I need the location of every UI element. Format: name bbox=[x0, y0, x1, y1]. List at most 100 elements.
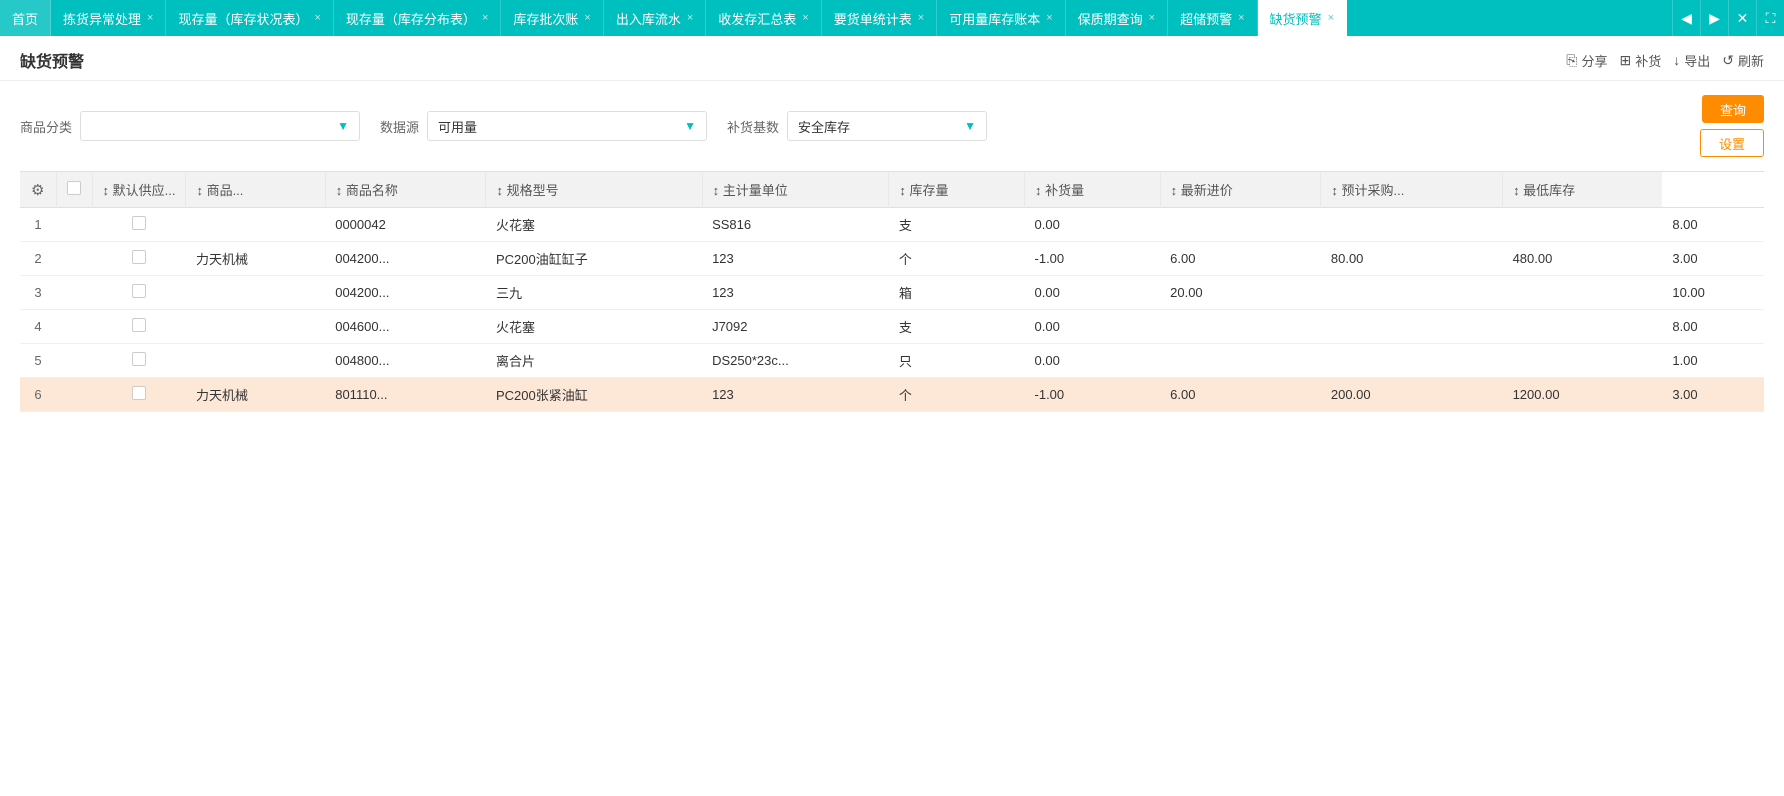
table-header-row: ⚙ ↕ 默认供应... ↕ 商品... ↕ 商品名称 ↕ bbox=[20, 172, 1764, 208]
close-batch-account-icon[interactable]: × bbox=[584, 12, 590, 24]
tab-expiry-query[interactable]: 保质期查询 × bbox=[1066, 0, 1168, 36]
refresh-label: 刷新 bbox=[1738, 51, 1764, 70]
row-index: 6 bbox=[20, 378, 56, 412]
row-index: 5 bbox=[20, 344, 56, 378]
row-spec: 123 bbox=[702, 242, 889, 276]
tab-overstock-warning[interactable]: 超储预警 × bbox=[1168, 0, 1257, 36]
tab-requisition-stat[interactable]: 要货单统计表 × bbox=[822, 0, 937, 36]
datasource-arrow-icon: ▼ bbox=[684, 119, 696, 133]
nav-controls: ◀ ▶ ✕ ⛶ bbox=[1672, 0, 1784, 36]
close-inventory-dist-icon[interactable]: × bbox=[482, 12, 488, 24]
close-inventory-status-icon[interactable]: × bbox=[314, 12, 320, 24]
row-spec: SS816 bbox=[702, 208, 889, 242]
page-content: 缺货预警 ⎘ 分享 ⊞ 补货 ↓ 导出 ↺ 刷新 商品分类 bbox=[0, 36, 1784, 796]
row-replenish bbox=[1160, 310, 1321, 344]
export-button[interactable]: ↓ 导出 bbox=[1673, 51, 1710, 70]
row-stock: 0.00 bbox=[1025, 208, 1161, 242]
row-latest-price bbox=[1321, 276, 1503, 310]
close-overstock-warning-icon[interactable]: × bbox=[1238, 12, 1244, 24]
share-button[interactable]: ⎘ 分享 bbox=[1566, 51, 1607, 70]
close-expiry-query-icon[interactable]: × bbox=[1149, 12, 1155, 24]
row-unit: 个 bbox=[889, 378, 1025, 412]
row-checkbox[interactable] bbox=[132, 386, 146, 400]
row-name: 离合片 bbox=[486, 344, 702, 378]
col-header-unit: ↕ 主计量单位 bbox=[702, 172, 889, 208]
tab-inout-flow[interactable]: 出入库流水 × bbox=[604, 0, 706, 36]
col-header-replenish: ↕ 补货量 bbox=[1025, 172, 1161, 208]
tab-exception[interactable]: 拣货异常处理 × bbox=[51, 0, 166, 36]
row-latest-price bbox=[1321, 208, 1503, 242]
close-shortage-warning-icon[interactable]: × bbox=[1328, 12, 1334, 24]
settings-button[interactable]: 设置 bbox=[1700, 129, 1764, 157]
tab-batch-account[interactable]: 库存批次账 × bbox=[501, 0, 603, 36]
export-label: 导出 bbox=[1684, 51, 1710, 70]
nav-close-button[interactable]: ✕ bbox=[1728, 0, 1756, 36]
query-button[interactable]: 查询 bbox=[1702, 95, 1764, 123]
col-header-code: ↕ 商品... bbox=[186, 172, 325, 208]
col-spec-label: ↕ 规格型号 bbox=[496, 183, 558, 198]
close-recv-summary-icon[interactable]: × bbox=[802, 12, 808, 24]
row-checkbox[interactable] bbox=[132, 352, 146, 366]
tab-home[interactable]: 首页 bbox=[0, 0, 51, 36]
datasource-select[interactable]: 可用量 ▼ bbox=[427, 111, 707, 141]
column-settings-icon[interactable]: ⚙ bbox=[30, 181, 46, 199]
row-name: PC200张紧油缸 bbox=[486, 378, 702, 412]
row-stock: 0.00 bbox=[1025, 276, 1161, 310]
tab-inventory-status[interactable]: 现存量（库存状况表） × bbox=[166, 0, 333, 36]
row-spec: 123 bbox=[702, 276, 889, 310]
table-row: 5 004800... 离合片 DS250*23c... 只 0.00 1.00 bbox=[20, 344, 1764, 378]
filter-bar: 商品分类 ▼ 数据源 可用量 ▼ 补货基数 安全库存 ▼ 查询 设置 bbox=[0, 81, 1784, 171]
row-replenish: 6.00 bbox=[1160, 378, 1321, 412]
nav-prev-button[interactable]: ◀ bbox=[1672, 0, 1700, 36]
right-actions: 查询 设置 bbox=[1700, 95, 1764, 157]
row-checkbox[interactable] bbox=[132, 318, 146, 332]
table-row: 4 004600... 火花塞 J7092 支 0.00 8.00 bbox=[20, 310, 1764, 344]
row-estimated bbox=[1503, 276, 1663, 310]
col-header-min-stock: ↕ 最低库存 bbox=[1503, 172, 1663, 208]
tab-inventory-dist[interactable]: 现存量（库存分布表） × bbox=[334, 0, 501, 36]
col-header-gear: ⚙ bbox=[20, 172, 56, 208]
row-checkbox-cell bbox=[92, 276, 186, 310]
row-code: 004200... bbox=[325, 276, 486, 310]
row-code: 004200... bbox=[325, 242, 486, 276]
row-min-stock: 8.00 bbox=[1662, 208, 1764, 242]
row-spec: 123 bbox=[702, 378, 889, 412]
row-latest-price bbox=[1321, 344, 1503, 378]
row-supplier bbox=[186, 344, 325, 378]
replenish-label: 补货 bbox=[1635, 51, 1661, 70]
col-latest-price-label: ↕ 最新进价 bbox=[1171, 183, 1233, 198]
row-estimated: 1200.00 bbox=[1503, 378, 1663, 412]
select-all-checkbox[interactable] bbox=[67, 181, 81, 195]
row-stock: -1.00 bbox=[1025, 242, 1161, 276]
close-requisition-stat-icon[interactable]: × bbox=[918, 12, 924, 24]
refresh-button[interactable]: ↺ 刷新 bbox=[1722, 51, 1764, 70]
tab-shortage-warning[interactable]: 缺货预警 × bbox=[1258, 0, 1347, 36]
replenish-button[interactable]: ⊞ 补货 bbox=[1619, 51, 1661, 70]
row-checkbox-cell bbox=[92, 310, 186, 344]
row-stock: 0.00 bbox=[1025, 344, 1161, 378]
row-stock: -1.00 bbox=[1025, 378, 1161, 412]
category-select[interactable]: ▼ bbox=[80, 111, 360, 141]
row-unit: 支 bbox=[889, 310, 1025, 344]
nav-fullscreen-button[interactable]: ⛶ bbox=[1756, 0, 1784, 36]
row-replenish: 6.00 bbox=[1160, 242, 1321, 276]
tab-recv-summary[interactable]: 收发存汇总表 × bbox=[706, 0, 821, 36]
close-available-ledger-icon[interactable]: × bbox=[1046, 12, 1052, 24]
col-header-checkbox bbox=[56, 172, 92, 208]
share-icon: ⎘ bbox=[1566, 52, 1577, 69]
tab-home-label: 首页 bbox=[12, 9, 38, 28]
row-min-stock: 1.00 bbox=[1662, 344, 1764, 378]
tab-available-ledger[interactable]: 可用量库存账本 × bbox=[937, 0, 1065, 36]
nav-next-button[interactable]: ▶ bbox=[1700, 0, 1728, 36]
row-index: 4 bbox=[20, 310, 56, 344]
close-exception-icon[interactable]: × bbox=[147, 12, 153, 24]
close-inout-flow-icon[interactable]: × bbox=[687, 12, 693, 24]
row-checkbox[interactable] bbox=[132, 216, 146, 230]
replenish-base-select[interactable]: 安全库存 ▼ bbox=[787, 111, 987, 141]
col-header-estimated: ↕ 预计采购... bbox=[1321, 172, 1503, 208]
row-checkbox[interactable] bbox=[132, 284, 146, 298]
header-actions: ⎘ 分享 ⊞ 补货 ↓ 导出 ↺ 刷新 bbox=[1566, 51, 1764, 70]
table-row: 1 0000042 火花塞 SS816 支 0.00 8.00 bbox=[20, 208, 1764, 242]
tab-inout-flow-label: 出入库流水 bbox=[616, 9, 681, 28]
row-checkbox[interactable] bbox=[132, 250, 146, 264]
